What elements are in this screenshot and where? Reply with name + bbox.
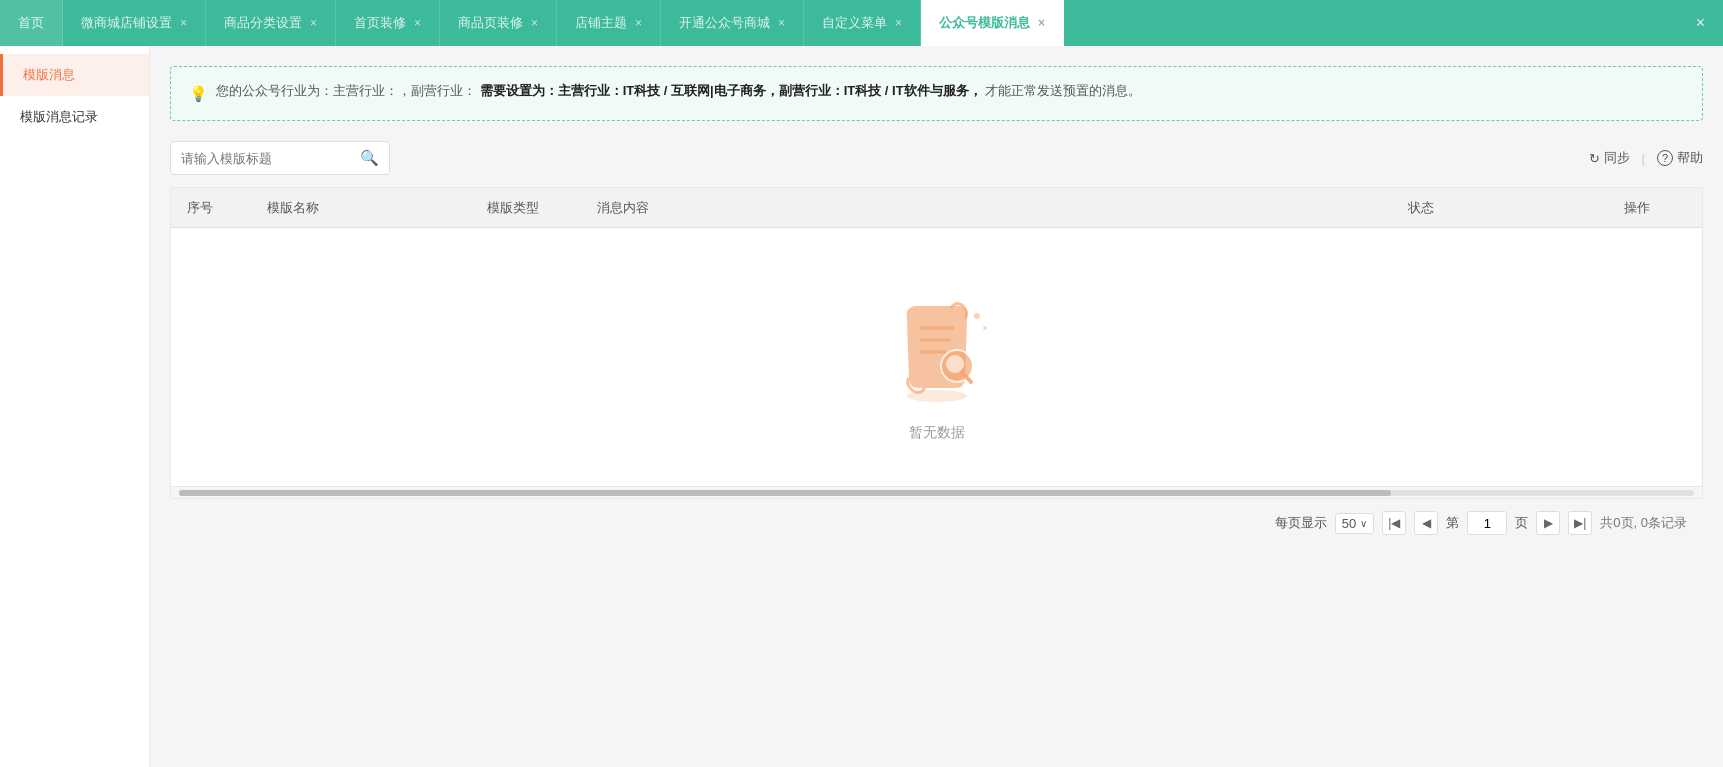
tab-home[interactable]: 首页	[0, 0, 63, 46]
empty-text: 暂无数据	[909, 424, 965, 442]
help-label: 帮助	[1677, 149, 1703, 167]
sidebar: 模版消息 模版消息记录	[0, 46, 150, 767]
notice-text: 您的公众号行业为：主营行业：，副营行业： 需要设置为：主营行业：IT科技 / 互…	[216, 81, 1141, 102]
tab-open-mall-close[interactable]: ×	[778, 16, 785, 30]
tab-custom-menu[interactable]: 自定义菜单 ×	[804, 0, 921, 46]
th-status: 状态	[1392, 199, 1572, 217]
tab-shop-theme-close[interactable]: ×	[635, 16, 642, 30]
tab-template-msg[interactable]: 公众号模版消息 ×	[921, 0, 1064, 46]
notice-highlight: 需要设置为：主营行业：IT科技 / 互联网|电子商务，副营行业：IT科技 / I…	[480, 83, 982, 98]
tab-home-label: 首页	[18, 14, 44, 32]
tab-wechat-shop-close[interactable]: ×	[180, 16, 187, 30]
per-page-label: 每页显示	[1275, 514, 1327, 532]
prev-page-button[interactable]: ◀	[1414, 511, 1438, 535]
tab-open-mall-label: 开通公众号商城	[679, 14, 770, 32]
tab-template-msg-close[interactable]: ×	[1038, 16, 1045, 30]
close-all-tabs[interactable]: ×	[1678, 14, 1723, 32]
th-seq: 序号	[171, 199, 251, 217]
notice-suffix: 才能正常发送预置的消息。	[985, 83, 1141, 98]
tab-product-decor-label: 商品页装修	[458, 14, 523, 32]
search-input-wrap[interactable]: 🔍	[170, 141, 390, 175]
page-suffix: 页	[1515, 514, 1528, 532]
tab-home-decor[interactable]: 首页装修 ×	[336, 0, 440, 46]
content-area: 💡 您的公众号行业为：主营行业：，副营行业： 需要设置为：主营行业：IT科技 /…	[150, 46, 1723, 767]
search-bar: 🔍 ↻ 同步 | ? 帮助	[170, 141, 1703, 175]
tab-product-category-label: 商品分类设置	[224, 14, 302, 32]
help-circle-icon: ?	[1657, 150, 1673, 166]
help-button[interactable]: ? 帮助	[1657, 149, 1703, 167]
sync-button[interactable]: ↻ 同步	[1589, 149, 1630, 167]
toolbar-right: ↻ 同步 | ? 帮助	[1589, 149, 1703, 167]
per-page-value: 50	[1342, 516, 1356, 531]
next-page-button[interactable]: ▶	[1536, 511, 1560, 535]
page-label: 第	[1446, 514, 1459, 532]
search-input[interactable]	[181, 151, 356, 166]
pagination: 每页显示 50 ∨ |◀ ◀ 第 页 ▶ ▶| 共0页, 0条记录	[170, 499, 1703, 535]
tab-open-mall[interactable]: 开通公众号商城 ×	[661, 0, 804, 46]
tab-home-decor-close[interactable]: ×	[414, 16, 421, 30]
table-wrap: 序号 模版名称 模版类型 消息内容 状态 操作	[170, 187, 1703, 499]
toolbar-divider: |	[1642, 151, 1645, 166]
tab-home-decor-label: 首页装修	[354, 14, 406, 32]
notice-icon: 💡	[189, 82, 208, 106]
notice-box: 💡 您的公众号行业为：主营行业：，副营行业： 需要设置为：主营行业：IT科技 /…	[170, 66, 1703, 121]
horizontal-scrollbar[interactable]	[171, 486, 1702, 498]
sidebar-item-template-msg[interactable]: 模版消息	[0, 54, 149, 96]
tab-template-msg-label: 公众号模版消息	[939, 14, 1030, 32]
scrollbar-track	[179, 490, 1694, 496]
last-page-button[interactable]: ▶|	[1568, 511, 1592, 535]
sidebar-item-template-records[interactable]: 模版消息记录	[0, 96, 149, 138]
svg-point-7	[974, 313, 980, 319]
sidebar-item-template-msg-label: 模版消息	[23, 67, 75, 82]
sync-label: 同步	[1604, 149, 1630, 167]
th-name: 模版名称	[251, 199, 471, 217]
total-info: 共0页, 0条记录	[1600, 514, 1687, 532]
tab-product-category[interactable]: 商品分类设置 ×	[206, 0, 336, 46]
table-header: 序号 模版名称 模版类型 消息内容 状态 操作	[171, 188, 1702, 228]
tab-product-category-close[interactable]: ×	[310, 16, 317, 30]
empty-state-icon	[877, 288, 997, 408]
tab-product-decor-close[interactable]: ×	[531, 16, 538, 30]
tab-shop-theme[interactable]: 店铺主题 ×	[557, 0, 661, 46]
per-page-select[interactable]: 50 ∨	[1335, 513, 1374, 534]
empty-state: 暂无数据	[171, 228, 1702, 482]
tab-shop-theme-label: 店铺主题	[575, 14, 627, 32]
tab-product-decor[interactable]: 商品页装修 ×	[440, 0, 557, 46]
main-layout: 模版消息 模版消息记录 💡 您的公众号行业为：主营行业：，副营行业： 需要设置为…	[0, 46, 1723, 767]
tab-wechat-shop-label: 微商城店铺设置	[81, 14, 172, 32]
tab-bar: 首页 微商城店铺设置 × 商品分类设置 × 首页装修 × 商品页装修 × 店铺主…	[0, 0, 1723, 46]
search-button[interactable]: 🔍	[360, 149, 379, 167]
sidebar-item-template-records-label: 模版消息记录	[20, 109, 98, 124]
tab-custom-menu-label: 自定义菜单	[822, 14, 887, 32]
notice-prefix: 您的公众号行业为：主营行业：，副营行业：	[216, 83, 476, 98]
tab-custom-menu-close[interactable]: ×	[895, 16, 902, 30]
svg-point-8	[983, 326, 987, 330]
page-number-input[interactable]	[1467, 511, 1507, 535]
sync-icon: ↻	[1589, 151, 1600, 166]
first-page-button[interactable]: |◀	[1382, 511, 1406, 535]
th-action: 操作	[1572, 199, 1702, 217]
th-type: 模版类型	[471, 199, 581, 217]
chevron-down-icon: ∨	[1360, 518, 1367, 529]
scrollbar-thumb	[179, 490, 1391, 496]
th-content: 消息内容	[581, 199, 1392, 217]
tab-wechat-shop[interactable]: 微商城店铺设置 ×	[63, 0, 206, 46]
